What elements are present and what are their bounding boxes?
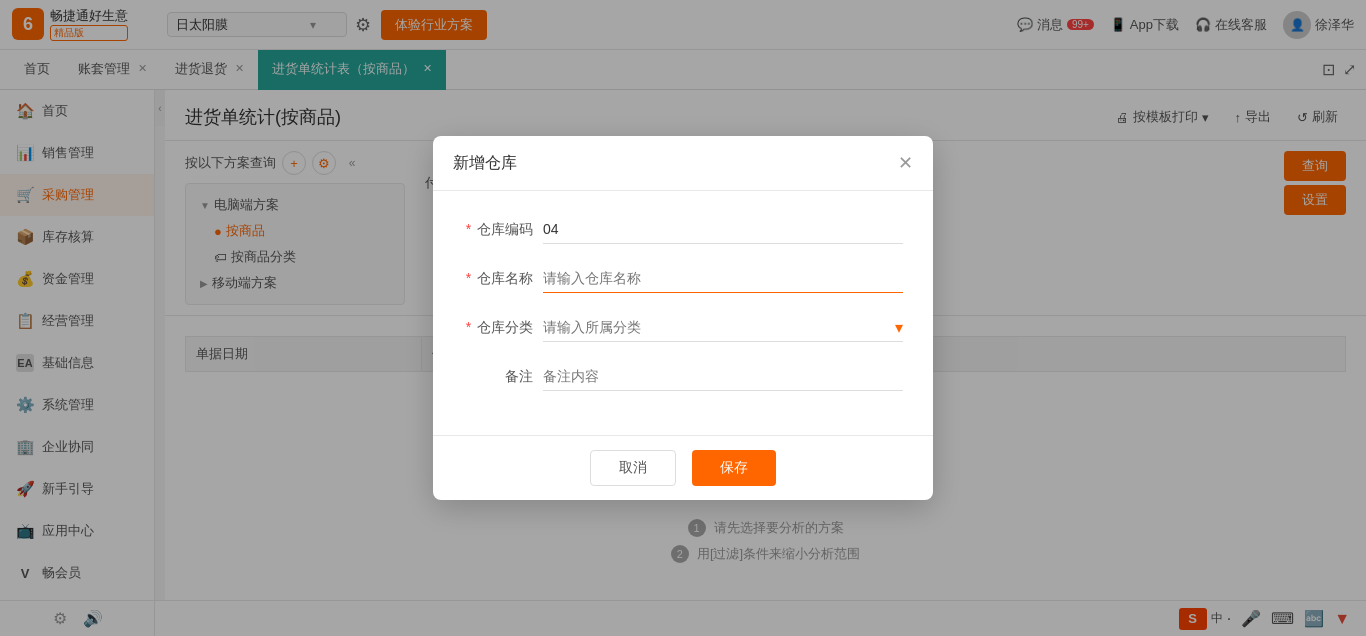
save-button[interactable]: 保存 — [692, 450, 776, 486]
warehouse-name-input[interactable] — [543, 264, 903, 293]
dialog-body: * 仓库编码 * 仓库名称 * 仓库分类 — [433, 191, 933, 435]
dialog-header: 新增仓库 ✕ — [433, 136, 933, 191]
dialog-footer: 取消 保存 — [433, 435, 933, 500]
warehouse-remark-label: 备注 — [463, 368, 543, 386]
warehouse-code-row: * 仓库编码 — [463, 215, 903, 244]
warehouse-remark-row: 备注 — [463, 362, 903, 391]
dialog-title: 新增仓库 — [453, 153, 517, 174]
code-required-star: * — [466, 221, 471, 237]
warehouse-category-row: * 仓库分类 ▾ — [463, 313, 903, 342]
warehouse-category-label: * 仓库分类 — [463, 319, 543, 337]
warehouse-category-select[interactable] — [543, 313, 903, 342]
new-warehouse-dialog: 新增仓库 ✕ * 仓库编码 * 仓库名称 — [433, 136, 933, 500]
category-required-star: * — [466, 319, 471, 335]
dialog-overlay: 新增仓库 ✕ * 仓库编码 * 仓库名称 — [0, 0, 1366, 636]
warehouse-name-row: * 仓库名称 — [463, 264, 903, 293]
name-required-star: * — [466, 270, 471, 286]
warehouse-remark-input[interactable] — [543, 362, 903, 391]
warehouse-name-label: * 仓库名称 — [463, 270, 543, 288]
warehouse-code-label: * 仓库编码 — [463, 221, 543, 239]
cancel-button[interactable]: 取消 — [590, 450, 676, 486]
category-select-wrap: ▾ — [543, 313, 903, 342]
warehouse-code-input[interactable] — [543, 215, 903, 244]
dialog-close-button[interactable]: ✕ — [898, 152, 913, 174]
